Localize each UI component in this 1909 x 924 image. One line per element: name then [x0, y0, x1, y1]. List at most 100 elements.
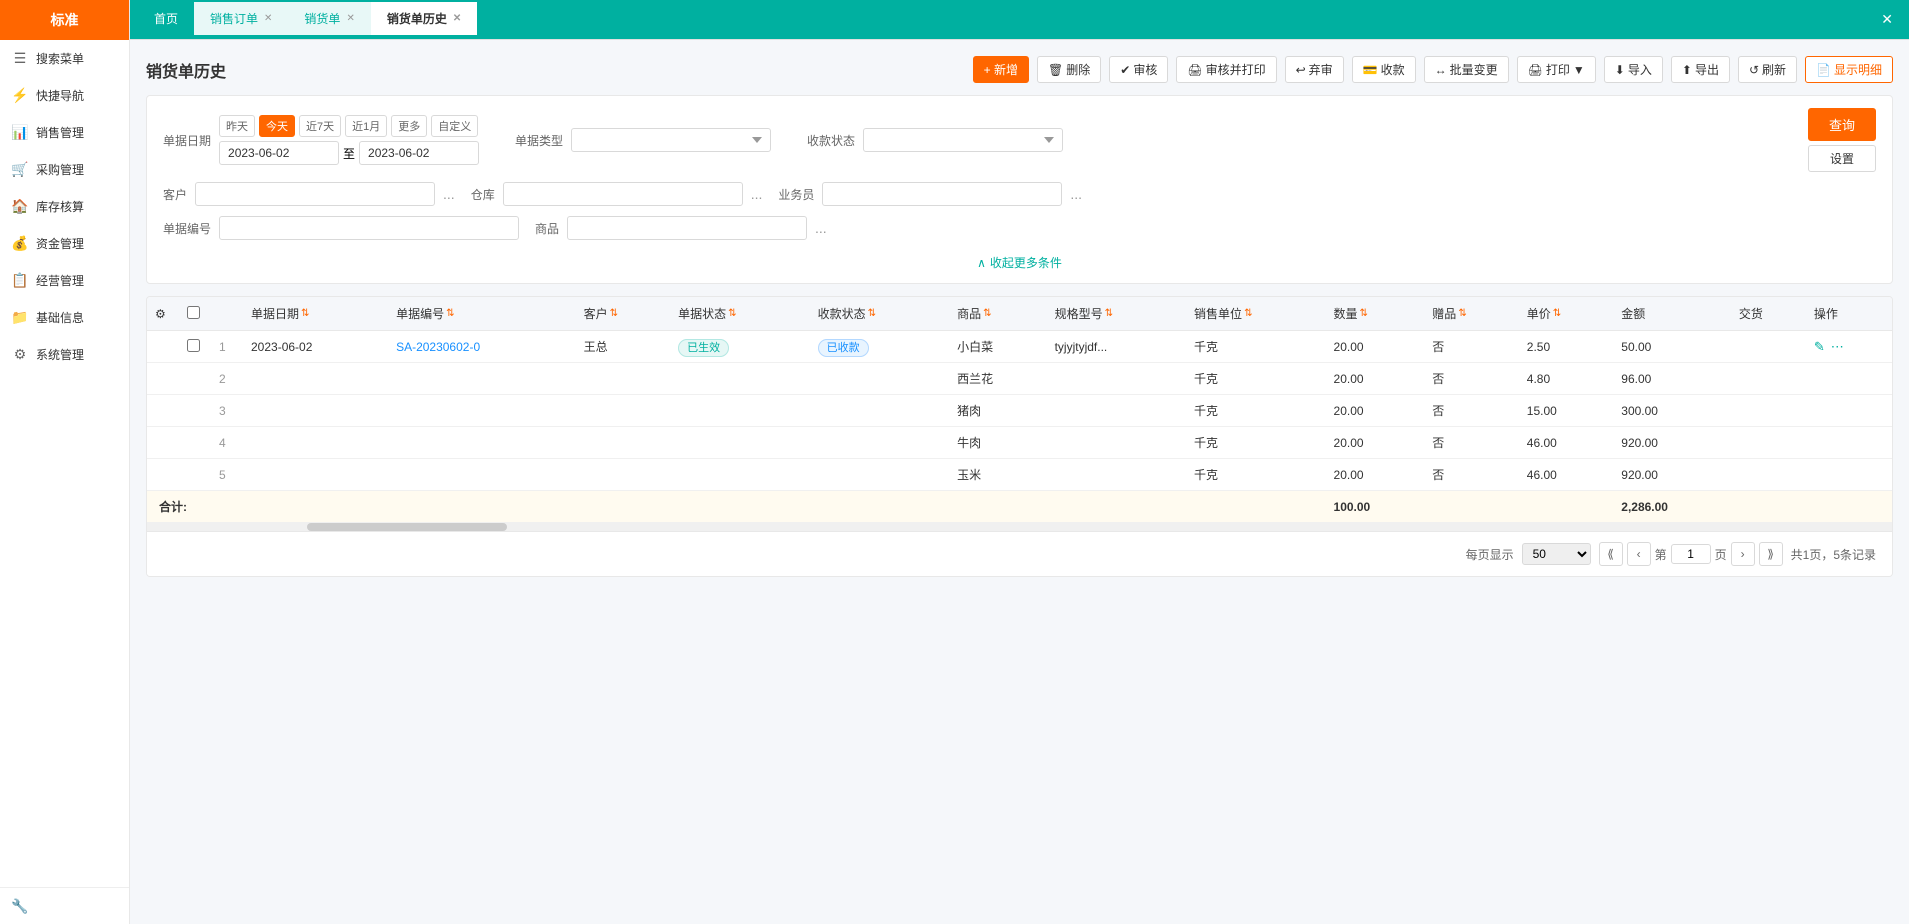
tab-sales-history-label: 销货单历史 — [387, 10, 447, 27]
query-button[interactable]: 查询 — [1808, 108, 1876, 141]
print-button[interactable]: 🖨 打印 ▼ — [1517, 56, 1596, 83]
page-header: 销货单历史 + 新增 🗑 删除 ✔ 审核 🖨 审核并打印 ↩ 弃审 — [146, 56, 1893, 83]
warehouse-dots[interactable]: ... — [751, 186, 763, 202]
cell-sales-unit: 千克 — [1186, 331, 1325, 363]
collapse-btn[interactable]: ∧ 收起更多条件 — [163, 250, 1876, 271]
review-print-button[interactable]: 🖨 审核并打印 — [1176, 56, 1276, 83]
date-btn-today[interactable]: 今天 — [259, 115, 295, 137]
salesperson-dots[interactable]: ... — [1070, 186, 1082, 202]
th-settings[interactable]: ⚙ — [147, 297, 179, 331]
th-customer[interactable]: 客户 ⇅ — [576, 297, 670, 331]
tab-home-label: 首页 — [154, 10, 178, 27]
th-goods[interactable]: 商品 ⇅ — [949, 297, 1047, 331]
page-number-input[interactable] — [1671, 544, 1711, 564]
th-doc-status[interactable]: 单据状态 ⇅ — [670, 297, 809, 331]
cell-action — [1806, 459, 1892, 491]
show-detail-button[interactable]: 📄 显示明细 — [1805, 56, 1893, 83]
scrollbar-thumb[interactable] — [307, 523, 507, 531]
warehouse-input[interactable] — [503, 182, 743, 206]
collect-button[interactable]: 💳 收款 — [1352, 56, 1416, 83]
page-first-btn[interactable]: ⟪ — [1599, 542, 1623, 566]
tab-home[interactable]: 首页 — [138, 2, 194, 37]
edit-icon[interactable]: ✎ — [1814, 339, 1825, 355]
new-button[interactable]: + 新增 — [973, 56, 1029, 83]
sidebar-item-quick-nav[interactable]: ⚡ 快捷导航 — [0, 77, 129, 114]
date-btn-custom[interactable]: 自定义 — [431, 115, 478, 137]
sidebar-item-search-menu[interactable]: ☰ 搜索菜单 — [0, 40, 129, 77]
select-all-checkbox[interactable] — [187, 306, 200, 319]
collect-status-select[interactable] — [863, 128, 1063, 152]
cell-checkbox — [179, 363, 211, 395]
th-gift[interactable]: 赠品 ⇅ — [1424, 297, 1518, 331]
sidebar-item-finance-mgmt[interactable]: 💰 资金管理 — [0, 225, 129, 262]
cell-row-num: 5 — [211, 459, 243, 491]
cell-trade — [1731, 331, 1806, 363]
filter-salesperson-item: 业务员 ... — [778, 182, 1082, 206]
tab-sales-history[interactable]: 销货单历史 ✕ — [371, 2, 477, 37]
sidebar-item-label: 采购管理 — [36, 161, 84, 178]
sidebar-item-label: 库存核算 — [36, 198, 84, 215]
date-btn-more[interactable]: 更多 — [391, 115, 427, 137]
page-last-btn[interactable]: ⟫ — [1759, 542, 1783, 566]
tab-sales-order-close[interactable]: ✕ — [264, 13, 272, 24]
settings-filter-btn[interactable]: 设置 — [1808, 145, 1876, 172]
sidebar-item-purchase-mgmt[interactable]: 🛒 采购管理 — [0, 151, 129, 188]
review-button[interactable]: ✔ 审核 — [1109, 56, 1168, 83]
page-prev-btn[interactable]: ‹ — [1627, 542, 1651, 566]
th-doc-date[interactable]: 单据日期 ⇅ — [243, 297, 388, 331]
table-row: 3 猪肉 千克 20.00 否 15.00 300.00 — [147, 395, 1892, 427]
doc-no-link[interactable]: SA-20230602-0 — [396, 340, 480, 354]
filter-row-3: 单据编号 商品 ... — [163, 216, 1876, 240]
import-button[interactable]: ⬇ 导入 — [1604, 56, 1663, 83]
th-unit-price[interactable]: 单价 ⇅ — [1519, 297, 1613, 331]
cell-amount: 920.00 — [1613, 459, 1731, 491]
date-btn-7days[interactable]: 近7天 — [299, 115, 341, 137]
tab-sales-goods[interactable]: 销货单 ✕ — [288, 2, 370, 37]
horizontal-scrollbar[interactable] — [147, 523, 1892, 531]
action-btns: ✎ ⋯ — [1814, 339, 1884, 355]
date-to-input[interactable] — [359, 141, 479, 165]
date-btn-yesterday[interactable]: 昨天 — [219, 115, 255, 137]
page-next-btn[interactable]: › — [1731, 542, 1755, 566]
customer-dots[interactable]: ... — [443, 186, 455, 202]
batch-change-button[interactable]: ↔ 批量变更 — [1424, 56, 1509, 83]
goods-dots[interactable]: ... — [815, 220, 827, 236]
inventory-icon: 🏠 — [12, 199, 28, 215]
refresh-button[interactable]: ↺ 刷新 — [1738, 56, 1797, 83]
cell-doc-status — [670, 427, 809, 459]
per-page-select[interactable]: 50 100 200 — [1522, 543, 1591, 565]
date-btn-1month[interactable]: 近1月 — [345, 115, 387, 137]
tab-sales-goods-close[interactable]: ✕ — [346, 13, 354, 24]
delete-button[interactable]: 🗑 删除 — [1037, 56, 1101, 83]
goods-input[interactable] — [567, 216, 807, 240]
cell-doc-date: 2023-06-02 — [243, 331, 388, 363]
row-checkbox[interactable] — [187, 339, 200, 352]
tab-sales-history-close[interactable]: ✕ — [453, 13, 461, 24]
customer-input[interactable] — [195, 182, 435, 206]
doc-type-select[interactable] — [571, 128, 771, 152]
th-doc-no[interactable]: 单据编号 ⇅ — [388, 297, 576, 331]
th-sales-unit[interactable]: 销售单位 ⇅ — [1186, 297, 1325, 331]
sidebar-item-sales-mgmt[interactable]: 📊 销售管理 — [0, 114, 129, 151]
sidebar-item-inventory[interactable]: 🏠 库存核算 — [0, 188, 129, 225]
doc-no-input[interactable] — [219, 216, 519, 240]
sidebar-item-basic-info[interactable]: 📁 基础信息 — [0, 299, 129, 336]
tab-sales-order[interactable]: 销售订单 ✕ — [194, 2, 288, 37]
cell-goods: 小白菜 — [949, 331, 1047, 363]
tab-bar-close-btn[interactable]: ✕ — [1873, 11, 1901, 28]
th-qty[interactable]: 数量 ⇅ — [1326, 297, 1425, 331]
more-action-icon[interactable]: ⋯ — [1831, 339, 1844, 355]
th-collect-status[interactable]: 收款状态 ⇅ — [810, 297, 949, 331]
salesperson-input[interactable] — [822, 182, 1062, 206]
doc-no-label: 单据编号 — [163, 220, 211, 237]
sidebar-item-system-mgmt[interactable]: ⚙ 系统管理 — [0, 336, 129, 373]
summary-empty-4 — [670, 491, 809, 523]
abandon-button[interactable]: ↩ 弃审 — [1285, 56, 1344, 83]
sidebar-item-ops-mgmt[interactable]: 📋 经营管理 — [0, 262, 129, 299]
export-button[interactable]: ⬆ 导出 — [1671, 56, 1730, 83]
sidebar-bottom-item-1[interactable]: 🔧 — [0, 888, 129, 924]
sort-doc-date-icon: ⇅ — [301, 308, 309, 319]
date-from-input[interactable] — [219, 141, 339, 165]
th-spec[interactable]: 规格型号 ⇅ — [1047, 297, 1186, 331]
sales-mgmt-icon: 📊 — [12, 125, 28, 141]
